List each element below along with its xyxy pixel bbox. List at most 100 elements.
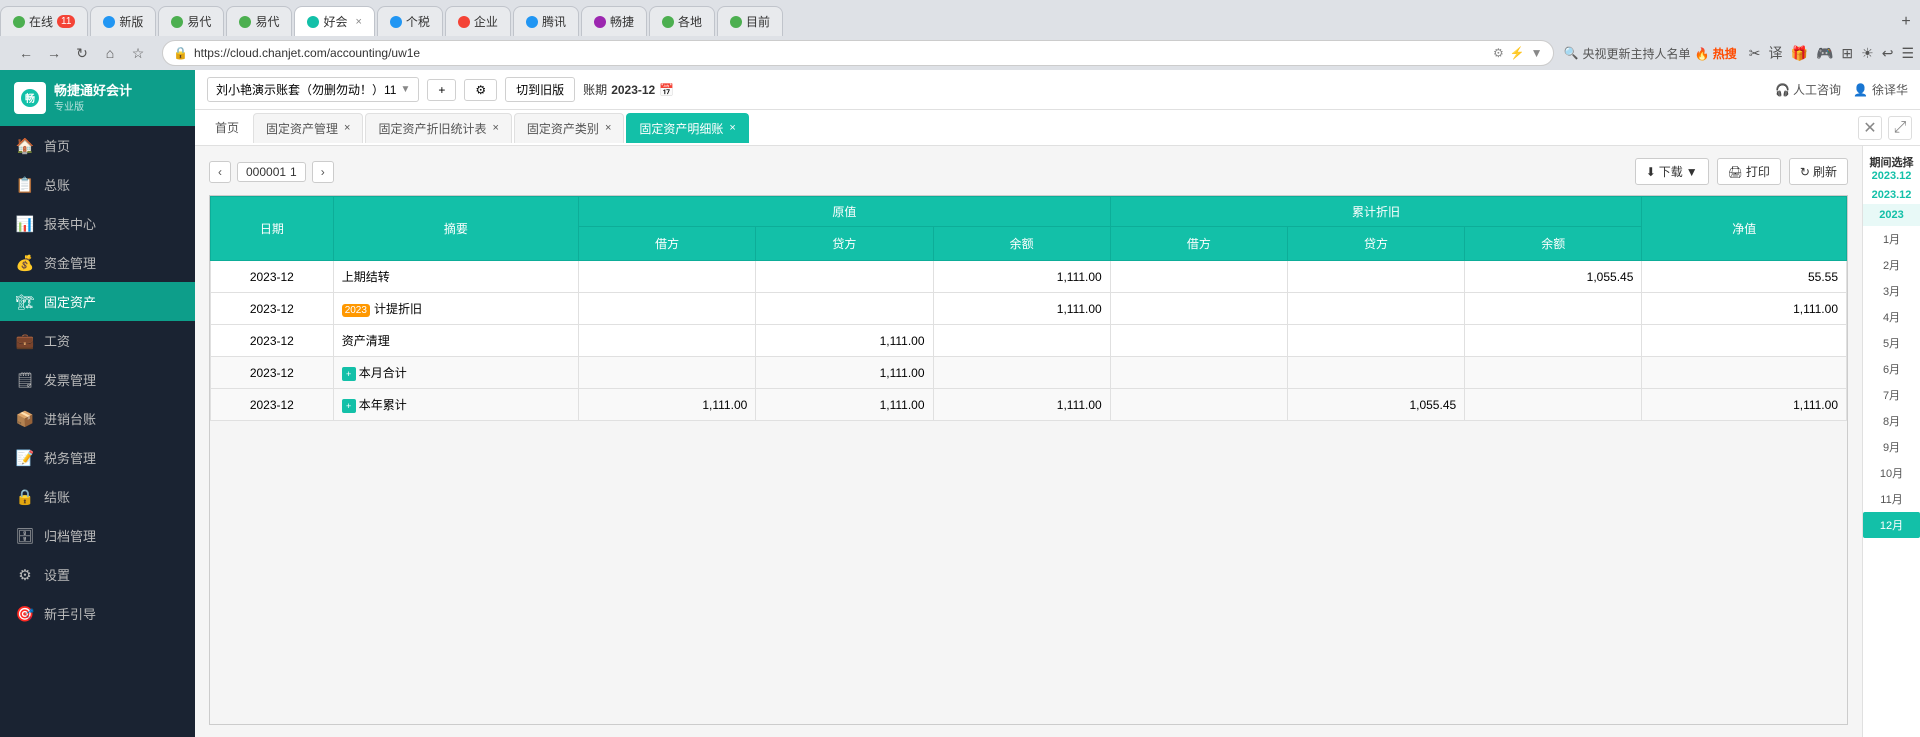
date-header: 日期: [211, 197, 334, 261]
period-sidebar: 期间选择 2023.12 2023.12 20231月2月3月4月5月6月7月8…: [1862, 146, 1920, 737]
browser-tab-10[interactable]: 目前: [717, 6, 783, 36]
menu-icon[interactable]: ☰: [1901, 45, 1914, 62]
sidebar-item-税务管理[interactable]: 📝税务管理: [0, 438, 195, 477]
wallet-icon[interactable]: 🎁: [1791, 45, 1808, 62]
app-tab-1[interactable]: 固定资产管理×: [253, 113, 363, 143]
sidebar-item-设置[interactable]: ⚙设置: [0, 555, 195, 594]
period-month-item[interactable]: 3月: [1863, 278, 1920, 304]
sidebar-item-进销台账[interactable]: 📦进销台账: [0, 399, 195, 438]
sidebar-item-结账[interactable]: 🔒结账: [0, 477, 195, 516]
sidebar-item-归档管理[interactable]: 🗄归档管理: [0, 516, 195, 555]
browser-tab-9[interactable]: 各地: [649, 6, 715, 36]
table-cell: [1110, 261, 1287, 293]
sidebar-item-新手引导[interactable]: 🎯新手引导: [0, 594, 195, 633]
period-month-item[interactable]: 11月: [1863, 486, 1920, 512]
tab-favicon: [390, 16, 402, 28]
grid-icon[interactable]: ⊞: [1841, 45, 1853, 62]
service-button[interactable]: 🎧 人工咨询: [1775, 81, 1841, 98]
app-tab-3[interactable]: 固定资产类别×: [514, 113, 624, 143]
reload-button[interactable]: ↻: [70, 41, 94, 65]
sidebar-item-首页[interactable]: 🏠首页: [0, 126, 195, 165]
table-cell: 2023-12: [211, 357, 334, 389]
next-page-button[interactable]: ›: [312, 161, 334, 183]
browser-tab-5[interactable]: 个税: [377, 6, 443, 36]
sidebar-item-工资[interactable]: 💼工资: [0, 321, 195, 360]
translate-icon[interactable]: 译: [1769, 43, 1783, 63]
close-panel-button[interactable]: ✕: [1858, 116, 1882, 140]
refresh-button[interactable]: ↻ 刷新: [1789, 158, 1848, 185]
period-months: 20231月2月3月4月5月6月7月8月9月10月11月12月: [1863, 204, 1920, 538]
brightness-icon[interactable]: ☀: [1861, 45, 1874, 62]
undo-icon[interactable]: ↩: [1882, 45, 1894, 62]
period-month-item[interactable]: 6月: [1863, 356, 1920, 382]
tab-close-button[interactable]: ×: [355, 16, 361, 28]
sidebar-item-icon: 🎯: [16, 605, 34, 623]
app-tab-4[interactable]: 固定资产明细账×: [626, 113, 748, 143]
sidebar-item-总账[interactable]: 📋总账: [0, 165, 195, 204]
period-month-item[interactable]: 7月: [1863, 382, 1920, 408]
prev-page-button[interactable]: ‹: [209, 161, 231, 183]
browser-tab-6[interactable]: 企业: [445, 6, 511, 36]
app-tab-close[interactable]: ×: [605, 122, 611, 134]
address-url[interactable]: https://cloud.chanjet.com/accounting/uw1…: [194, 46, 1487, 60]
period-month-item[interactable]: 2月: [1863, 252, 1920, 278]
orig-debit-header: 借方: [579, 227, 756, 261]
sidebar-item-固定资产[interactable]: 🏗固定资产: [0, 282, 195, 321]
user-name: 徐译华: [1872, 81, 1908, 98]
cut-icon[interactable]: ✂: [1749, 45, 1761, 62]
app-tab-0[interactable]: 首页: [203, 113, 251, 143]
period-month-item[interactable]: 5月: [1863, 330, 1920, 356]
sidebar-item-发票管理[interactable]: 🗒发票管理: [0, 360, 195, 399]
browser-tab-3[interactable]: 易代: [226, 6, 292, 36]
switch-version-button[interactable]: 切到旧版: [505, 77, 575, 102]
print-button[interactable]: 🖨 打印: [1717, 158, 1781, 185]
period-month-item[interactable]: 12月: [1863, 512, 1920, 538]
download-icon: ⬇: [1646, 165, 1656, 179]
period-display: 账期 2023-12 📅: [583, 81, 674, 98]
expand-panel-button[interactable]: ⤢: [1888, 116, 1912, 140]
period-month-item[interactable]: 9月: [1863, 434, 1920, 460]
table-cell: 2023-12: [211, 293, 334, 325]
settings-button[interactable]: ⚙: [464, 79, 497, 101]
browser-tab-1[interactable]: 新版: [90, 6, 156, 36]
forward-button[interactable]: →: [42, 41, 66, 65]
table-cell: [1642, 357, 1847, 389]
dropdown-icon[interactable]: ▼: [1531, 46, 1543, 60]
period-month-item[interactable]: 4月: [1863, 304, 1920, 330]
table-cell: +本月合计: [333, 357, 578, 389]
app-tab-close[interactable]: ×: [492, 122, 498, 134]
calendar-icon[interactable]: 📅: [659, 83, 674, 97]
period-month-item[interactable]: 2023: [1863, 204, 1920, 226]
period-month-item[interactable]: 1月: [1863, 226, 1920, 252]
app-tab-2[interactable]: 固定资产折旧统计表×: [365, 113, 511, 143]
browser-tab-0[interactable]: 在线11: [0, 6, 88, 36]
browser-tab-2[interactable]: 易代: [158, 6, 224, 36]
lightning-icon[interactable]: ⚡: [1510, 46, 1525, 60]
browser-tab-4[interactable]: 好会×: [294, 6, 374, 36]
user-avatar[interactable]: 👤 徐译华: [1853, 81, 1908, 98]
sidebar-item-资金管理[interactable]: 💰资金管理: [0, 243, 195, 282]
account-selector[interactable]: 刘小艳演示账套（勿删勿动！）11 ▼: [207, 77, 419, 102]
sidebar-item-报表中心[interactable]: 📊报表中心: [0, 204, 195, 243]
app-tab-close[interactable]: ×: [729, 122, 735, 134]
tab-add-button[interactable]: +: [1892, 8, 1920, 36]
app-tab-close[interactable]: ×: [344, 122, 350, 134]
period-month-item[interactable]: 8月: [1863, 408, 1920, 434]
download-button[interactable]: ⬇ 下载 ▼: [1635, 158, 1709, 185]
top-bar-right: 🎧 人工咨询 👤 徐译华: [1775, 81, 1908, 98]
period-month-item[interactable]: 10月: [1863, 460, 1920, 486]
row-summary-icon: +: [342, 399, 356, 413]
home-button[interactable]: ⌂: [98, 41, 122, 65]
browser-tab-8[interactable]: 畅捷: [581, 6, 647, 36]
sidebar-item-label: 工资: [44, 331, 70, 350]
site-info-icon[interactable]: ⚙: [1493, 46, 1504, 60]
search-icon: 🔍: [1564, 46, 1579, 60]
svg-text:畅: 畅: [25, 92, 35, 105]
bookmark-button[interactable]: ☆: [126, 41, 150, 65]
add-account-button[interactable]: +: [427, 79, 456, 101]
table-row: 2023-12资产清理1,111.00: [211, 325, 1847, 357]
game-icon[interactable]: 🎮: [1816, 45, 1833, 62]
back-button[interactable]: ←: [14, 41, 38, 65]
browser-tab-7[interactable]: 腾讯: [513, 6, 579, 36]
sidebar-item-label: 资金管理: [44, 253, 96, 272]
